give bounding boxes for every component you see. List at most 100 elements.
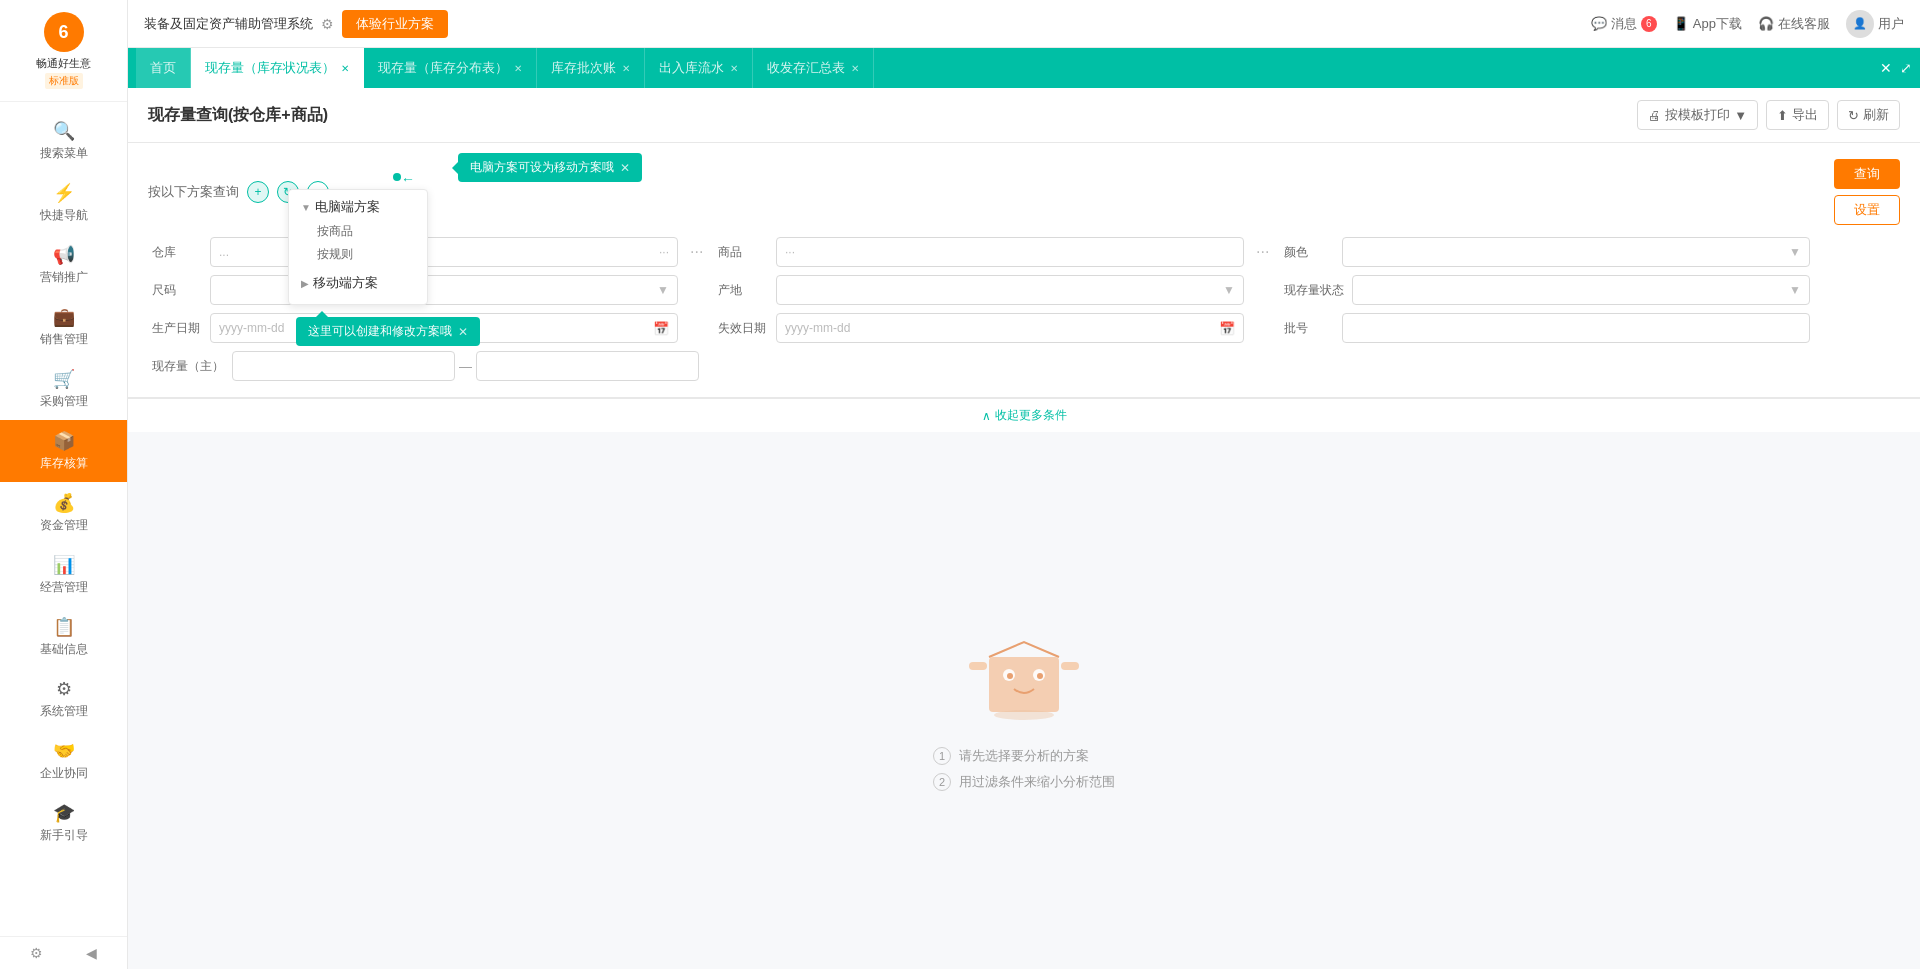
goods-select[interactable]: ··· — [776, 237, 1244, 267]
sidebar-item-search[interactable]: 🔍 搜索菜单 — [0, 110, 127, 172]
mobile-scheme-header[interactable]: ▶ 移动端方案 — [293, 270, 423, 296]
goods-filter: 商品 ··· — [718, 237, 1244, 267]
tab-home[interactable]: 首页 — [136, 48, 191, 88]
tab-batch-ledger[interactable]: 库存批次账 ✕ — [537, 48, 645, 88]
tab-collect-send[interactable]: 收发存汇总表 ✕ — [753, 48, 874, 88]
size-dropdown-icon: ▼ — [657, 283, 669, 297]
tooltip-scheme-popup: 电脑方案可设为移动方案哦 ✕ — [458, 153, 642, 182]
svg-point-4 — [1037, 673, 1043, 679]
tooltip-scheme-close-btn[interactable]: ✕ — [620, 161, 630, 175]
sidebar-item-quick[interactable]: ⚡ 快捷导航 — [0, 172, 127, 234]
tab-collect-send-close[interactable]: ✕ — [851, 63, 859, 74]
batch-input[interactable] — [1342, 313, 1810, 343]
desktop-scheme-header[interactable]: ▼ 电脑端方案 — [293, 194, 423, 220]
sidebar-item-purchase[interactable]: 🛒 采购管理 — [0, 358, 127, 420]
origin-dropdown-icon: ▼ — [1223, 283, 1235, 297]
sidebar-item-label: 库存核算 — [40, 455, 88, 472]
stock-qty-min-input[interactable] — [232, 351, 455, 381]
collapse-label: 收起更多条件 — [995, 407, 1067, 424]
origin-select[interactable]: ▼ — [776, 275, 1244, 305]
tab-in-out-flow-close[interactable]: ✕ — [730, 63, 738, 74]
app-download-btn[interactable]: 📱 App下载 — [1673, 15, 1742, 33]
empty-step-1: 1 请先选择要分析的方案 — [933, 743, 1115, 769]
tab-batch-ledger-close[interactable]: ✕ — [622, 63, 630, 74]
gear-icon: ⚙ — [56, 678, 72, 700]
logo-text: 畅通好生意 — [36, 56, 91, 71]
empty-svg — [964, 607, 1084, 727]
print-label: 按模板打印 — [1665, 106, 1730, 124]
set-button[interactable]: 设置 — [1834, 195, 1900, 225]
online-support-btn[interactable]: 🎧 在线客服 — [1758, 15, 1830, 33]
step-1-text: 请先选择要分析的方案 — [959, 743, 1089, 769]
tab-in-out-flow[interactable]: 出入库流水 ✕ — [645, 48, 753, 88]
sidebar-item-basic[interactable]: 📋 基础信息 — [0, 606, 127, 668]
expiry-date-input[interactable]: yyyy-mm-dd 📅 — [776, 313, 1244, 343]
sidebar-item-operations[interactable]: 📊 经营管理 — [0, 544, 127, 606]
color-label: 颜色 — [1284, 244, 1334, 261]
tab-inventory-dist-close[interactable]: ✕ — [514, 63, 522, 74]
desktop-scheme-arrow: ▼ — [301, 202, 311, 213]
add-scheme-btn[interactable]: + — [247, 181, 269, 203]
scheme-item-rules[interactable]: 按规则 — [293, 243, 423, 266]
sidebar-bottom: ⚙ ◀ — [0, 936, 127, 969]
sidebar-item-capital[interactable]: 💰 资金管理 — [0, 482, 127, 544]
stock-status-select[interactable]: ▼ — [1352, 275, 1810, 305]
app-download-label: App下载 — [1693, 15, 1742, 33]
desktop-scheme-group: ▼ 电脑端方案 按商品 按规则 — [293, 194, 423, 266]
tab-in-out-flow-label: 出入库流水 — [659, 59, 724, 77]
sidebar-item-system[interactable]: ⚙ 系统管理 — [0, 668, 127, 730]
tab-inventory-status[interactable]: 现存量（库存状况表） ✕ — [191, 48, 364, 88]
user-menu[interactable]: 👤 用户 — [1846, 10, 1904, 38]
collapse-sidebar-btn[interactable]: ◀ — [86, 945, 97, 961]
scheme-item-goods[interactable]: 按商品 — [293, 220, 423, 243]
tab-home-label: 首页 — [150, 59, 176, 77]
refresh-button[interactable]: ↻ 刷新 — [1837, 100, 1900, 130]
warehouse-select[interactable]: ... ··· — [210, 237, 678, 267]
size-select[interactable]: ▼ — [210, 275, 678, 305]
empty-steps: 1 请先选择要分析的方案 2 用过滤条件来缩小分析范围 — [933, 743, 1115, 795]
money-icon: 💰 — [53, 492, 75, 514]
query-button[interactable]: 查询 — [1834, 159, 1900, 189]
batch-label: 批号 — [1284, 320, 1334, 337]
topbar-settings-icon[interactable]: ⚙ — [321, 16, 334, 32]
size-label: 尺码 — [152, 282, 202, 299]
tab-inventory-dist[interactable]: 现存量（库存分布表） ✕ — [364, 48, 537, 88]
tooltip-create-close-btn[interactable]: ✕ — [458, 325, 468, 339]
megaphone-icon: 📢 — [53, 244, 75, 266]
handshake-icon: 🤝 — [53, 740, 75, 762]
empty-state: 1 请先选择要分析的方案 2 用过滤条件来缩小分析范围 — [128, 432, 1920, 969]
tab-inventory-status-close[interactable]: ✕ — [341, 63, 349, 74]
page-title: 现存量查询(按仓库+商品) — [148, 105, 328, 126]
experience-button[interactable]: 体验行业方案 — [342, 10, 448, 38]
arrow-indicator: ← — [401, 171, 415, 187]
message-btn[interactable]: 💬 消息 6 — [1591, 15, 1657, 33]
stock-qty-max-input[interactable] — [476, 351, 699, 381]
sidebar-item-sales[interactable]: 💼 销售管理 — [0, 296, 127, 358]
export-button[interactable]: ⬆ 导出 — [1766, 100, 1829, 130]
sidebar-item-enterprise[interactable]: 🤝 企业协同 — [0, 730, 127, 792]
sidebar-item-label: 企业协同 — [40, 765, 88, 782]
warehouse-dots: ··· — [659, 245, 669, 259]
sidebar-item-inventory[interactable]: 📦 库存核算 — [0, 420, 127, 482]
svg-point-7 — [994, 710, 1054, 720]
settings-bottom-btn[interactable]: ⚙ — [30, 945, 43, 961]
sidebar-item-label: 基础信息 — [40, 641, 88, 658]
online-support-label: 在线客服 — [1778, 15, 1830, 33]
color-select[interactable]: ▼ — [1342, 237, 1810, 267]
sidebar: 6 畅通好生意 标准版 🔍 搜索菜单 ⚡ 快捷导航 📢 营销推广 💼 销售管理 … — [0, 0, 128, 969]
print-dropdown-icon: ▼ — [1734, 108, 1747, 123]
tab-inventory-dist-label: 现存量（库存分布表） — [378, 59, 508, 77]
expand-tabs-icon[interactable]: ⤢ — [1900, 60, 1912, 76]
prod-date-label: 生产日期 — [152, 320, 202, 337]
sidebar-item-marketing[interactable]: 📢 营销推广 — [0, 234, 127, 296]
topbar-left: 装备及固定资产辅助管理系统 ⚙ 体验行业方案 — [144, 10, 448, 38]
lightning-icon: ⚡ — [53, 182, 75, 204]
print-button[interactable]: 🖨 按模板打印 ▼ — [1637, 100, 1758, 130]
sidebar-item-guide[interactable]: 🎓 新手引导 — [0, 792, 127, 854]
export-icon: ⬆ — [1777, 108, 1788, 123]
tabbar: 首页 现存量（库存状况表） ✕ 现存量（库存分布表） ✕ 库存批次账 ✕ 出入库… — [128, 48, 1920, 88]
expiry-date-label: 失效日期 — [718, 320, 768, 337]
mobile-icon: 📱 — [1673, 16, 1689, 31]
collapse-bar[interactable]: ∧ 收起更多条件 — [128, 398, 1920, 432]
close-all-tabs-icon[interactable]: ✕ — [1880, 60, 1892, 76]
